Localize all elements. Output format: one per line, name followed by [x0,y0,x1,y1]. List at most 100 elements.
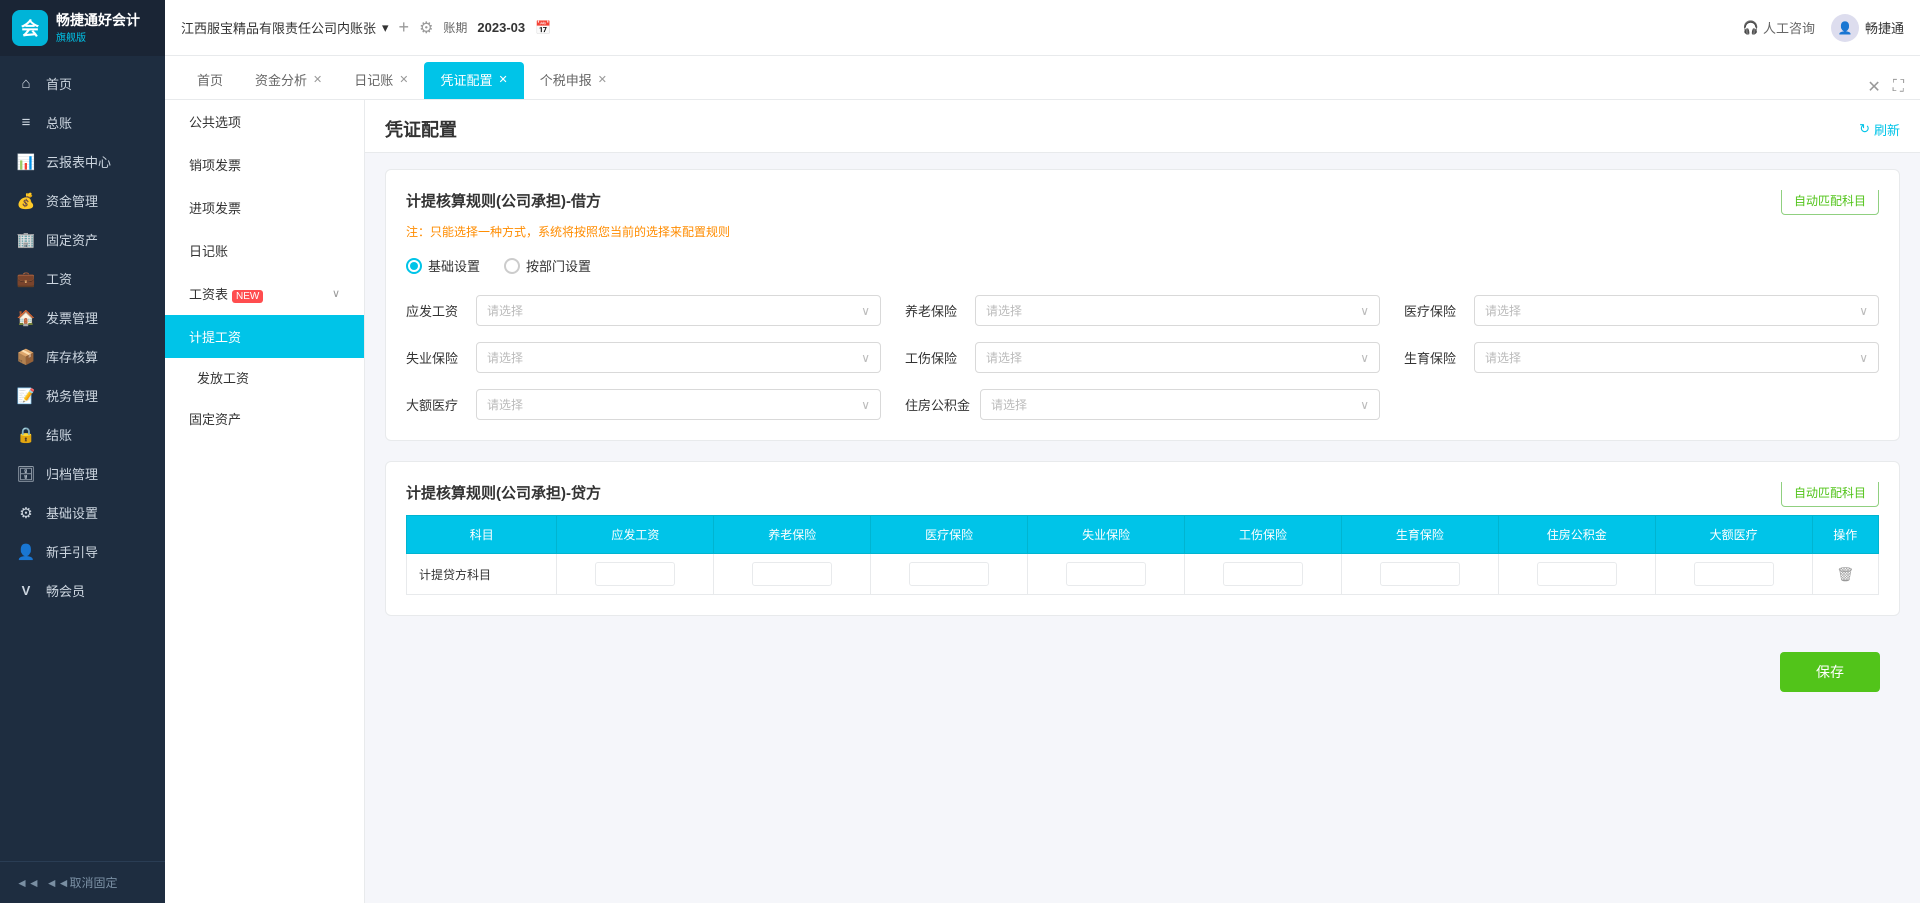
sidebar-item-label: 畅会员 [46,581,85,600]
delete-row-btn[interactable]: 🗑 [1836,566,1854,582]
vip-icon: V [16,583,36,598]
left-menu-fixed-asset[interactable]: 固定资产 [165,397,364,440]
ledger-icon: ≡ [16,114,36,131]
yingfa-dropdown-icon: ∨ [861,304,870,318]
left-menu-sales[interactable]: 销项发票 [165,143,364,186]
tab-journal-close[interactable]: ✕ [399,73,408,86]
zhufang-select[interactable]: 请选择 ∨ [980,389,1380,420]
debit-section: 自动匹配科目 计提核算规则(公司承担)-借方 注：只能选择一种方式，系统将按照您… [385,169,1900,441]
yingfa-select[interactable]: 请选择 ∨ [476,295,881,326]
username: 畅捷通 [1865,18,1904,37]
app-name: 畅捷通好会计 [56,12,140,29]
col-zhufang: 住房公积金 [1498,516,1655,554]
form-item-yingfa: 应发工资 请选择 ∨ [406,295,881,326]
credit-section-title: 计提核算规则(公司承担)-贷方 [406,482,1879,503]
input-yanglao[interactable] [752,562,832,586]
guide-icon: 👤 [16,543,36,561]
form-item-gongshang: 工伤保险 请选择 ∨ [905,342,1380,373]
settings-gear-icon[interactable]: ⚙ [419,18,433,38]
refresh-btn[interactable]: ↻ 刷新 [1859,120,1900,139]
sidebar-item-guide[interactable]: 👤 新手引导 [0,532,165,571]
sidebar-item-fund[interactable]: 💰 资金管理 [0,181,165,220]
left-menu-journal[interactable]: 日记账 [165,229,364,272]
tab-fund-close[interactable]: ✕ [313,73,322,86]
yingfa-label: 应发工资 [406,301,466,320]
tab-voucher-close[interactable]: ✕ [499,73,508,86]
consulting-btn[interactable]: 🎧 人工咨询 [1743,18,1815,37]
shengyu-select[interactable]: 请选择 ∨ [1474,342,1879,373]
save-button[interactable]: 保存 [1780,652,1880,692]
tab-fund[interactable]: 资金分析 ✕ [239,62,338,99]
yiliao-select[interactable]: 请选择 ∨ [1474,295,1879,326]
close-acct-icon: 🔒 [16,426,36,444]
yiliao-label: 医疗保险 [1404,301,1464,320]
yingfa-placeholder: 请选择 [487,302,523,319]
input-yingfa[interactable] [595,562,675,586]
left-menu-payroll-table[interactable]: 工资表NEW ∨ [165,272,364,315]
col-subject: 科目 [407,516,557,554]
left-menu-public[interactable]: 公共选项 [165,100,364,143]
left-menu-payroll-calc-label: 计提工资 [189,327,241,346]
gongshang-select[interactable]: 请选择 ∨ [975,342,1380,373]
input-zhufang[interactable] [1537,562,1617,586]
logo-icon: 会 [12,10,48,46]
sidebar-item-asset[interactable]: 🏢 固定资产 [0,220,165,259]
left-menu-sales-label: 销项发票 [189,155,241,174]
left-menu-payroll-calc[interactable]: 计提工资 [165,315,364,358]
close-window-btn[interactable]: ✕ [1867,77,1880,97]
sidebar-item-label: 云报表中心 [46,152,111,171]
dae-yiliao-select[interactable]: 请选择 ∨ [476,389,881,420]
consulting-label: 人工咨询 [1763,18,1815,37]
calendar-icon[interactable]: 📅 [535,20,551,36]
sidebar-item-invoice[interactable]: 🏠 发票管理 [0,298,165,337]
input-shiye[interactable] [1066,562,1146,586]
gongshang-placeholder: 请选择 [986,349,1022,366]
sidebar-item-tax[interactable]: 📝 税务管理 [0,376,165,415]
tab-tax[interactable]: 个税申报 ✕ [524,62,623,99]
tab-journal[interactable]: 日记账 ✕ [338,62,424,99]
settings-icon: ⚙ [16,504,36,522]
sidebar-item-ledger[interactable]: ≡ 总账 [0,103,165,142]
tab-tax-close[interactable]: ✕ [598,73,607,86]
cancel-fixed-btn[interactable]: ◄◄ ◄◄取消固定 [0,861,165,903]
tab-journal-label: 日记账 [354,70,393,89]
company-selector[interactable]: 江西服宝精品有限责任公司内账张 ▾ [181,18,389,37]
input-shengyu[interactable] [1380,562,1460,586]
input-yiliao[interactable] [909,562,989,586]
td-action: 🗑 [1812,554,1878,595]
form-item-zhufang: 住房公积金 请选择 ∨ [905,389,1380,420]
radio-basic[interactable]: 基础设置 [406,256,480,275]
right-content: 凭证配置 ↻ 刷新 自动匹配科目 计提核算规则(公司承担)-借方 注：只能选择一… [365,100,1920,903]
shiye-label: 失业保险 [406,348,466,367]
shiye-select[interactable]: 请选择 ∨ [476,342,881,373]
sidebar-item-salary[interactable]: 💼 工资 [0,259,165,298]
sidebar-item-report[interactable]: 📊 云报表中心 [0,142,165,181]
sidebar-item-home[interactable]: ⌂ 首页 [0,64,165,103]
sidebar-item-label: 工资 [46,269,72,288]
input-dae-yiliao[interactable] [1694,562,1774,586]
input-gongshang[interactable] [1223,562,1303,586]
sidebar-item-vip[interactable]: V 畅会员 [0,571,165,610]
tab-voucher[interactable]: 凭证配置 ✕ [424,62,523,99]
left-menu-payroll-issue[interactable]: 发放工资 [165,358,364,397]
yanglao-select[interactable]: 请选择 ∨ [975,295,1380,326]
sidebar-item-close[interactable]: 🔒 结账 [0,415,165,454]
sidebar-item-settings[interactable]: ⚙ 基础设置 [0,493,165,532]
credit-auto-match-btn[interactable]: 自动匹配科目 [1781,482,1879,507]
inventory-icon: 📦 [16,348,36,366]
left-menu-purchase[interactable]: 进项发票 [165,186,364,229]
radio-dept[interactable]: 按部门设置 [504,256,591,275]
sidebar-item-label: 结账 [46,425,72,444]
new-badge: NEW [232,290,263,303]
yanglao-dropdown-icon: ∨ [1360,304,1369,318]
debit-auto-match-btn[interactable]: 自动匹配科目 [1781,190,1879,215]
cancel-fixed-icon: ◄◄ [16,876,40,890]
tab-home[interactable]: 首页 [181,62,239,99]
topbar-left: 江西服宝精品有限责任公司内账张 ▾ + ⚙ 账期 2023-03 📅 [181,17,551,38]
expand-window-btn[interactable]: ⛶ [1893,78,1904,96]
sidebar-item-archive[interactable]: 🗄 归档管理 [0,454,165,493]
add-company-icon[interactable]: + [399,17,410,38]
sidebar-item-inventory[interactable]: 📦 库存核算 [0,337,165,376]
cancel-fixed-label: ◄◄取消固定 [46,874,118,891]
user-info[interactable]: 👤 畅捷通 [1831,14,1904,42]
